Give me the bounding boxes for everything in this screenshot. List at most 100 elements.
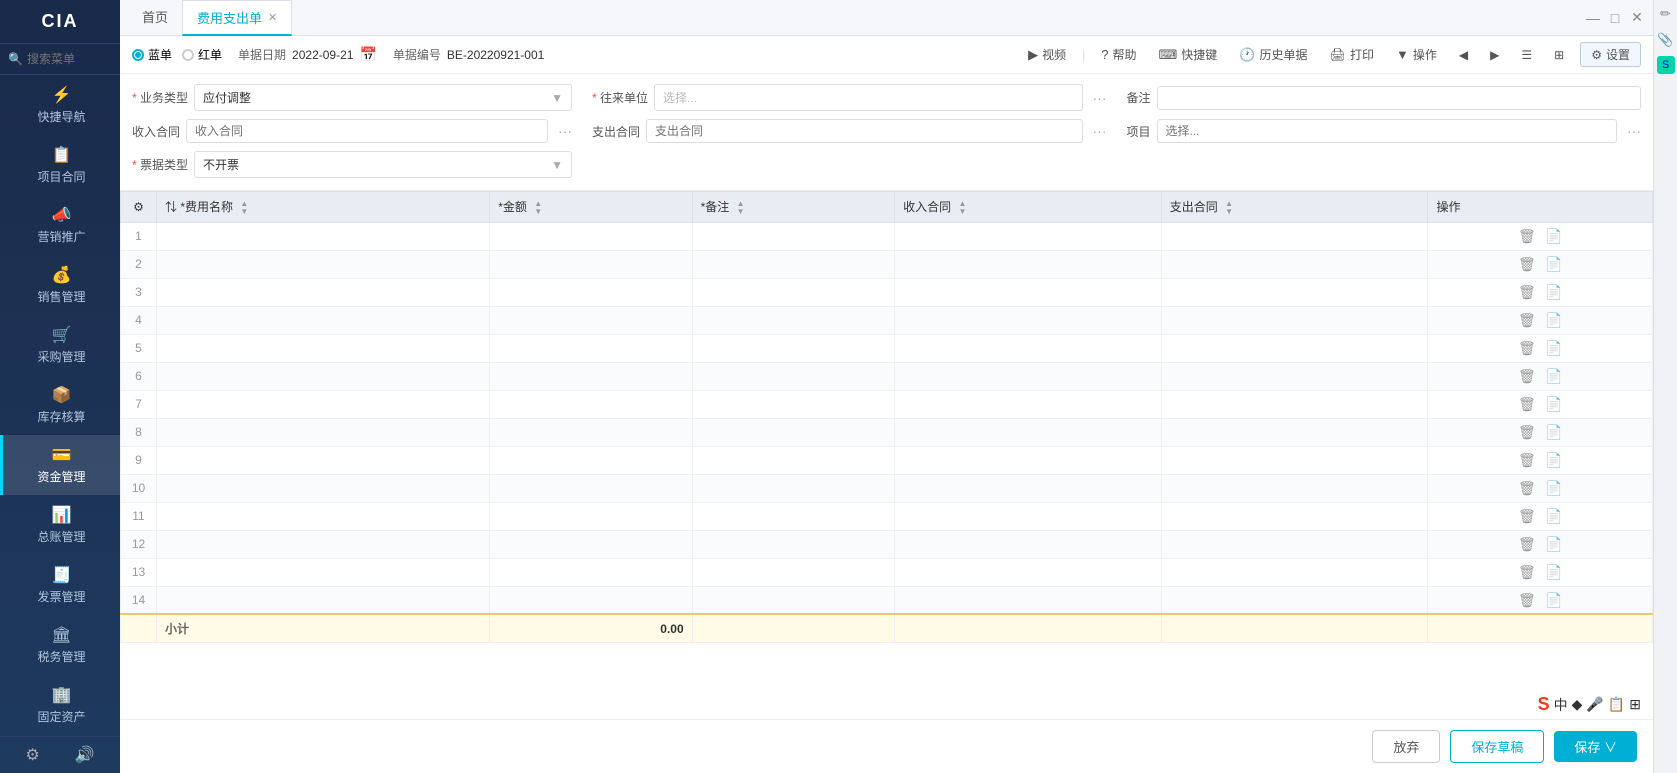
copy-row-icon[interactable]: 📄 <box>1545 312 1562 328</box>
copy-row-icon[interactable]: 📄 <box>1545 536 1562 552</box>
amount-cell[interactable] <box>490 418 692 446</box>
calendar-icon[interactable]: 📅 <box>359 46 376 63</box>
invoice-type-select[interactable]: 不开票 ▼ <box>194 151 572 178</box>
expense-contract-cell[interactable] <box>1161 362 1428 390</box>
remark-cell[interactable] <box>692 418 894 446</box>
income-contract-input[interactable] <box>186 119 548 143</box>
sidebar-item-assets[interactable]: 🏢 固定资产 <box>0 675 120 735</box>
nav-left-btn[interactable]: ◀ <box>1453 46 1474 64</box>
expense-name-cell[interactable] <box>157 222 490 250</box>
remark-cell[interactable] <box>692 474 894 502</box>
sidebar-item-quick-nav[interactable]: ⚡ 快捷导航 <box>0 75 120 135</box>
project-more-icon[interactable]: ··· <box>1627 123 1641 139</box>
amount-cell[interactable] <box>490 222 692 250</box>
sidebar-item-sales[interactable]: 💰 销售管理 <box>0 255 120 315</box>
expense-contract-sort-arrows[interactable]: ▲▼ <box>1225 200 1233 216</box>
income-contract-cell[interactable] <box>895 558 1162 586</box>
right-edit-icon[interactable]: ✏ <box>1656 4 1676 24</box>
remark-cell[interactable] <box>692 502 894 530</box>
expense-name-cell[interactable] <box>157 390 490 418</box>
window-minimize-icon[interactable]: — <box>1585 10 1601 26</box>
history-btn[interactable]: 🕐 历史单据 <box>1233 44 1313 65</box>
amount-cell[interactable] <box>490 474 692 502</box>
delete-row-icon[interactable]: 🗑 <box>1518 340 1536 356</box>
remark-cell[interactable] <box>692 306 894 334</box>
sidebar-item-invoice[interactable]: 🧾 发票管理 <box>0 555 120 615</box>
income-contract-more-icon[interactable]: ··· <box>558 123 572 139</box>
expense-contract-cell[interactable] <box>1161 222 1428 250</box>
income-contract-sort-arrows[interactable]: ▲▼ <box>958 200 966 216</box>
copy-row-icon[interactable]: 📄 <box>1545 592 1562 608</box>
delete-row-icon[interactable]: 🗑 <box>1518 536 1536 552</box>
expense-contract-cell[interactable] <box>1161 530 1428 558</box>
expense-name-cell[interactable] <box>157 530 490 558</box>
expense-contract-input[interactable] <box>646 119 1082 143</box>
expense-contract-cell[interactable] <box>1161 586 1428 614</box>
sort-icon[interactable]: ⇅ <box>165 200 177 214</box>
copy-row-icon[interactable]: 📄 <box>1545 480 1562 496</box>
income-contract-cell[interactable] <box>895 278 1162 306</box>
search-input[interactable] <box>27 52 112 66</box>
sidebar-item-inventory[interactable]: 📦 库存核算 <box>0 375 120 435</box>
expense-contract-cell[interactable] <box>1161 306 1428 334</box>
expense-contract-cell[interactable] <box>1161 418 1428 446</box>
amount-cell[interactable] <box>490 250 692 278</box>
expense-name-cell[interactable] <box>157 250 490 278</box>
income-contract-cell[interactable] <box>895 306 1162 334</box>
amount-cell[interactable] <box>490 446 692 474</box>
delete-row-icon[interactable]: 🗑 <box>1518 480 1536 496</box>
settings-bottom-icon[interactable]: ⚙ <box>25 745 39 765</box>
remark-cell[interactable] <box>692 250 894 278</box>
window-close-icon[interactable]: ✕ <box>1629 10 1645 26</box>
copy-row-icon[interactable]: 📄 <box>1545 228 1562 244</box>
sidebar-item-project-contract[interactable]: 📋 项目合同 <box>0 135 120 195</box>
settings-btn[interactable]: ⚙ 设置 <box>1580 42 1641 67</box>
copy-row-icon[interactable]: 📄 <box>1545 396 1562 412</box>
remark-input[interactable] <box>1157 86 1641 110</box>
copy-row-icon[interactable]: 📄 <box>1545 368 1562 384</box>
red-bill-radio[interactable]: 红单 <box>182 46 222 63</box>
right-attach-icon[interactable]: 📎 <box>1656 30 1676 50</box>
copy-row-icon[interactable]: 📄 <box>1545 256 1562 272</box>
tab-expense-voucher[interactable]: 费用支出单 ✕ <box>182 0 292 36</box>
expense-name-cell[interactable] <box>157 334 490 362</box>
amount-cell[interactable] <box>490 558 692 586</box>
sidebar-item-marketing[interactable]: 📣 营销推广 <box>0 195 120 255</box>
discard-button[interactable]: 放弃 <box>1372 730 1440 763</box>
delete-row-icon[interactable]: 🗑 <box>1518 228 1536 244</box>
table-settings-icon[interactable]: ⚙ <box>121 192 157 223</box>
print-btn[interactable]: 🖨 打印 <box>1324 44 1381 65</box>
delete-row-icon[interactable]: 🗑 <box>1518 564 1536 580</box>
remark-cell[interactable] <box>692 362 894 390</box>
income-contract-cell[interactable] <box>895 222 1162 250</box>
delete-row-icon[interactable]: 🗑 <box>1518 396 1536 412</box>
expense-contract-cell[interactable] <box>1161 250 1428 278</box>
expense-contract-cell[interactable] <box>1161 558 1428 586</box>
copy-row-icon[interactable]: 📄 <box>1545 424 1562 440</box>
copy-row-icon[interactable]: 📄 <box>1545 564 1562 580</box>
income-contract-cell[interactable] <box>895 530 1162 558</box>
sidebar-item-purchase[interactable]: 🛒 采购管理 <box>0 315 120 375</box>
delete-row-icon[interactable]: 🗑 <box>1518 368 1536 384</box>
expense-name-cell[interactable] <box>157 418 490 446</box>
income-contract-cell[interactable] <box>895 502 1162 530</box>
expense-contract-cell[interactable] <box>1161 278 1428 306</box>
expense-sort-arrows[interactable]: ▲▼ <box>240 200 248 216</box>
sidebar-search-bar[interactable]: 🔍 <box>0 44 120 75</box>
grid-view-btn[interactable]: ⊞ <box>1548 46 1570 64</box>
amount-sort-arrows[interactable]: ▲▼ <box>534 200 542 216</box>
expense-contract-cell[interactable] <box>1161 474 1428 502</box>
expense-name-cell[interactable] <box>157 474 490 502</box>
delete-row-icon[interactable]: 🗑 <box>1518 508 1536 524</box>
delete-row-icon[interactable]: 🗑 <box>1518 284 1536 300</box>
income-contract-cell[interactable] <box>895 362 1162 390</box>
business-type-select[interactable]: 应付调整 ▼ <box>194 84 572 111</box>
tab-home[interactable]: 首页 <box>128 0 182 36</box>
expense-contract-cell[interactable] <box>1161 502 1428 530</box>
blue-bill-radio[interactable]: 蓝单 <box>132 46 172 63</box>
expense-name-cell[interactable] <box>157 278 490 306</box>
income-contract-cell[interactable] <box>895 586 1162 614</box>
income-contract-cell[interactable] <box>895 474 1162 502</box>
copy-row-icon[interactable]: 📄 <box>1545 508 1562 524</box>
sidebar-item-tax[interactable]: 🏛 税务管理 <box>0 615 120 675</box>
